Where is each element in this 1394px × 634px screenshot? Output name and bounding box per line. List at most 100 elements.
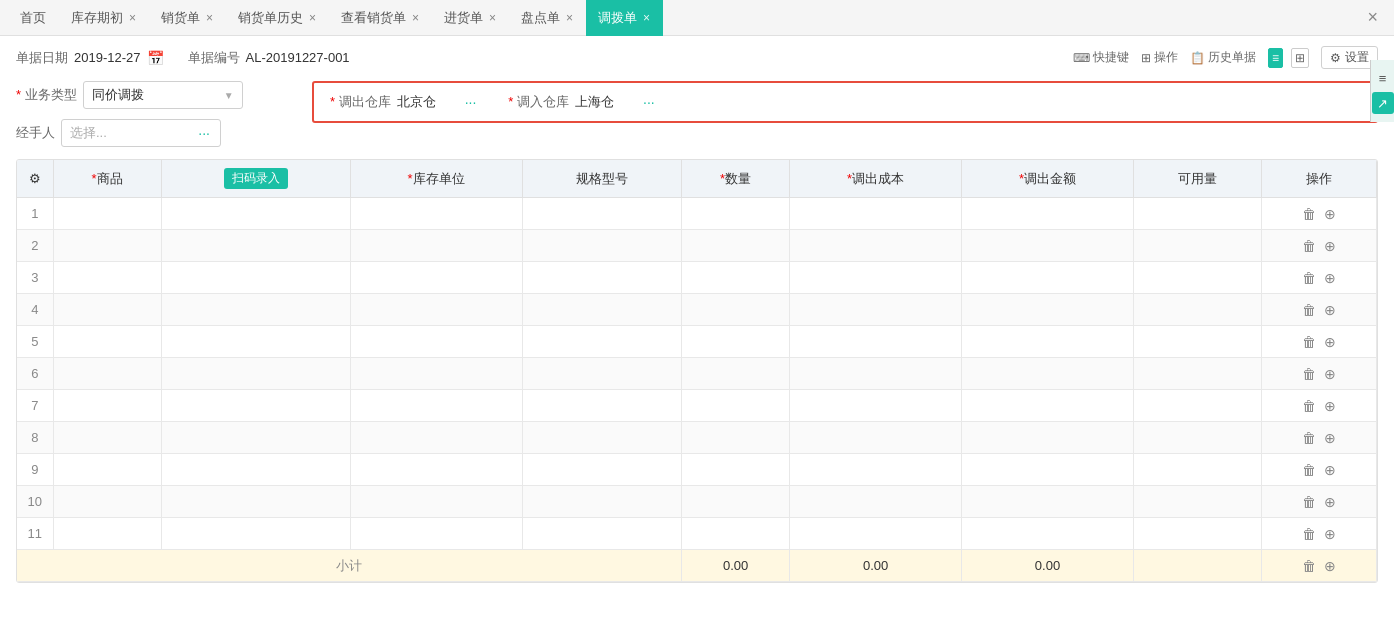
tab-purchase-order[interactable]: 进货单 × xyxy=(432,0,509,36)
row-product[interactable] xyxy=(53,326,161,358)
row-spec xyxy=(522,326,682,358)
table-row: 2 🗑 ⊕ xyxy=(17,230,1377,262)
operator-more-btn[interactable]: ··· xyxy=(196,125,212,141)
calendar-icon[interactable]: 📅 xyxy=(147,50,164,66)
warehouse-out-label: * 调出仓库 xyxy=(330,93,391,111)
row-product[interactable] xyxy=(53,454,161,486)
row-product[interactable] xyxy=(53,422,161,454)
close-transfer-order[interactable]: × xyxy=(643,11,650,25)
scan-button[interactable]: 扫码录入 xyxy=(224,168,288,189)
copy-row-btn[interactable]: ⊕ xyxy=(1324,526,1336,542)
delete-row-btn[interactable]: 🗑 xyxy=(1302,398,1316,414)
copy-row-btn[interactable]: ⊕ xyxy=(1324,238,1336,254)
row-transfer-amount xyxy=(962,454,1134,486)
row-number: 3 xyxy=(17,262,53,294)
shortcut-btn[interactable]: ⌨ 快捷键 xyxy=(1073,49,1129,66)
row-product[interactable] xyxy=(53,294,161,326)
row-product[interactable] xyxy=(53,198,161,230)
subtotal-delete-btn[interactable]: 🗑 xyxy=(1302,558,1316,574)
tab-inventory-init[interactable]: 库存期初 × xyxy=(59,0,149,36)
delete-row-btn[interactable]: 🗑 xyxy=(1302,206,1316,222)
copy-row-btn[interactable]: ⊕ xyxy=(1324,302,1336,318)
row-product[interactable] xyxy=(53,358,161,390)
history-btn[interactable]: 📋 历史单据 xyxy=(1190,49,1256,66)
close-purchase-order[interactable]: × xyxy=(489,11,496,25)
tab-inventory-count[interactable]: 盘点单 × xyxy=(509,0,586,36)
copy-row-btn[interactable]: ⊕ xyxy=(1324,334,1336,350)
tab-transfer-order[interactable]: 调拨单 × xyxy=(586,0,663,36)
subtotal-quantity: 0.00 xyxy=(682,550,790,582)
copy-row-btn[interactable]: ⊕ xyxy=(1324,366,1336,382)
copy-row-btn[interactable]: ⊕ xyxy=(1324,494,1336,510)
form-left: * 业务类型 同价调拨 ▼ 经手人 选择... ··· xyxy=(16,81,296,147)
close-view-sales[interactable]: × xyxy=(412,11,419,25)
delete-row-btn[interactable]: 🗑 xyxy=(1302,430,1316,446)
row-spec xyxy=(522,198,682,230)
close-sales-order[interactable]: × xyxy=(206,11,213,25)
grid-view-btn[interactable]: ⊞ xyxy=(1291,48,1309,68)
row-quantity xyxy=(682,486,790,518)
close-inventory-init[interactable]: × xyxy=(129,11,136,25)
operation-btn[interactable]: ⊞ 操作 xyxy=(1141,49,1178,66)
sidebar-list-icon[interactable]: ≡ xyxy=(1373,68,1393,88)
warehouse-out-value: 北京仓 xyxy=(397,93,457,111)
list-view-btn[interactable]: ≡ xyxy=(1268,48,1283,68)
tab-sales-history[interactable]: 销货单历史 × xyxy=(226,0,329,36)
delete-row-btn[interactable]: 🗑 xyxy=(1302,302,1316,318)
row-actions: 🗑 ⊕ xyxy=(1261,294,1376,326)
subtotal-label: 小计 xyxy=(17,550,682,582)
row-number: 8 xyxy=(17,422,53,454)
row-product[interactable] xyxy=(53,518,161,550)
table-row: 10 🗑 ⊕ xyxy=(17,486,1377,518)
shortcut-icon: ⌨ xyxy=(1073,51,1090,65)
close-inventory-count[interactable]: × xyxy=(566,11,573,25)
column-product: *商品 xyxy=(53,160,161,198)
date-field: 单据日期 2019-12-27 📅 xyxy=(16,49,164,67)
subtotal-copy-btn[interactable]: ⊕ xyxy=(1324,558,1336,574)
row-product[interactable] xyxy=(53,230,161,262)
document-header: 单据日期 2019-12-27 📅 单据编号 AL-20191227-001 ⌨… xyxy=(16,46,1378,69)
row-stock-unit xyxy=(350,294,522,326)
close-sales-history[interactable]: × xyxy=(309,11,316,25)
row-stock-unit xyxy=(350,326,522,358)
delete-row-btn[interactable]: 🗑 xyxy=(1302,494,1316,510)
copy-row-btn[interactable]: ⊕ xyxy=(1324,398,1336,414)
row-quantity xyxy=(682,518,790,550)
row-spec xyxy=(522,390,682,422)
delete-row-btn[interactable]: 🗑 xyxy=(1302,366,1316,382)
delete-row-btn[interactable]: 🗑 xyxy=(1302,270,1316,286)
row-available xyxy=(1133,326,1261,358)
row-scan-entry xyxy=(161,358,350,390)
number-label: 单据编号 xyxy=(188,49,240,67)
operator-select[interactable]: 选择... ··· xyxy=(61,119,221,147)
copy-row-btn[interactable]: ⊕ xyxy=(1324,430,1336,446)
copy-row-btn[interactable]: ⊕ xyxy=(1324,270,1336,286)
right-sidebar: ≡ ↗ xyxy=(1370,60,1394,122)
row-available xyxy=(1133,390,1261,422)
tab-view-sales[interactable]: 查看销货单 × xyxy=(329,0,432,36)
row-product[interactable] xyxy=(53,262,161,294)
warehouse-out-more-btn[interactable]: ··· xyxy=(463,94,479,110)
row-product[interactable] xyxy=(53,390,161,422)
delete-row-btn[interactable]: 🗑 xyxy=(1302,462,1316,478)
row-spec xyxy=(522,294,682,326)
column-settings-btn[interactable]: ⚙ xyxy=(17,160,53,198)
delete-row-btn[interactable]: 🗑 xyxy=(1302,334,1316,350)
row-product[interactable] xyxy=(53,486,161,518)
sidebar-export-icon[interactable]: ↗ xyxy=(1372,92,1394,114)
row-stock-unit xyxy=(350,358,522,390)
tab-sales-order[interactable]: 销货单 × xyxy=(149,0,226,36)
row-transfer-amount xyxy=(962,230,1134,262)
row-stock-unit xyxy=(350,230,522,262)
copy-row-btn[interactable]: ⊕ xyxy=(1324,206,1336,222)
row-scan-entry xyxy=(161,262,350,294)
tab-bar-close-btn[interactable]: × xyxy=(1359,7,1386,28)
copy-row-btn[interactable]: ⊕ xyxy=(1324,462,1336,478)
warehouse-in-more-btn[interactable]: ··· xyxy=(641,94,657,110)
business-type-select[interactable]: 同价调拨 ▼ xyxy=(83,81,243,109)
row-actions: 🗑 ⊕ xyxy=(1261,326,1376,358)
delete-row-btn[interactable]: 🗑 xyxy=(1302,526,1316,542)
column-spec: 规格型号 xyxy=(522,160,682,198)
delete-row-btn[interactable]: 🗑 xyxy=(1302,238,1316,254)
tab-home[interactable]: 首页 xyxy=(8,0,59,36)
